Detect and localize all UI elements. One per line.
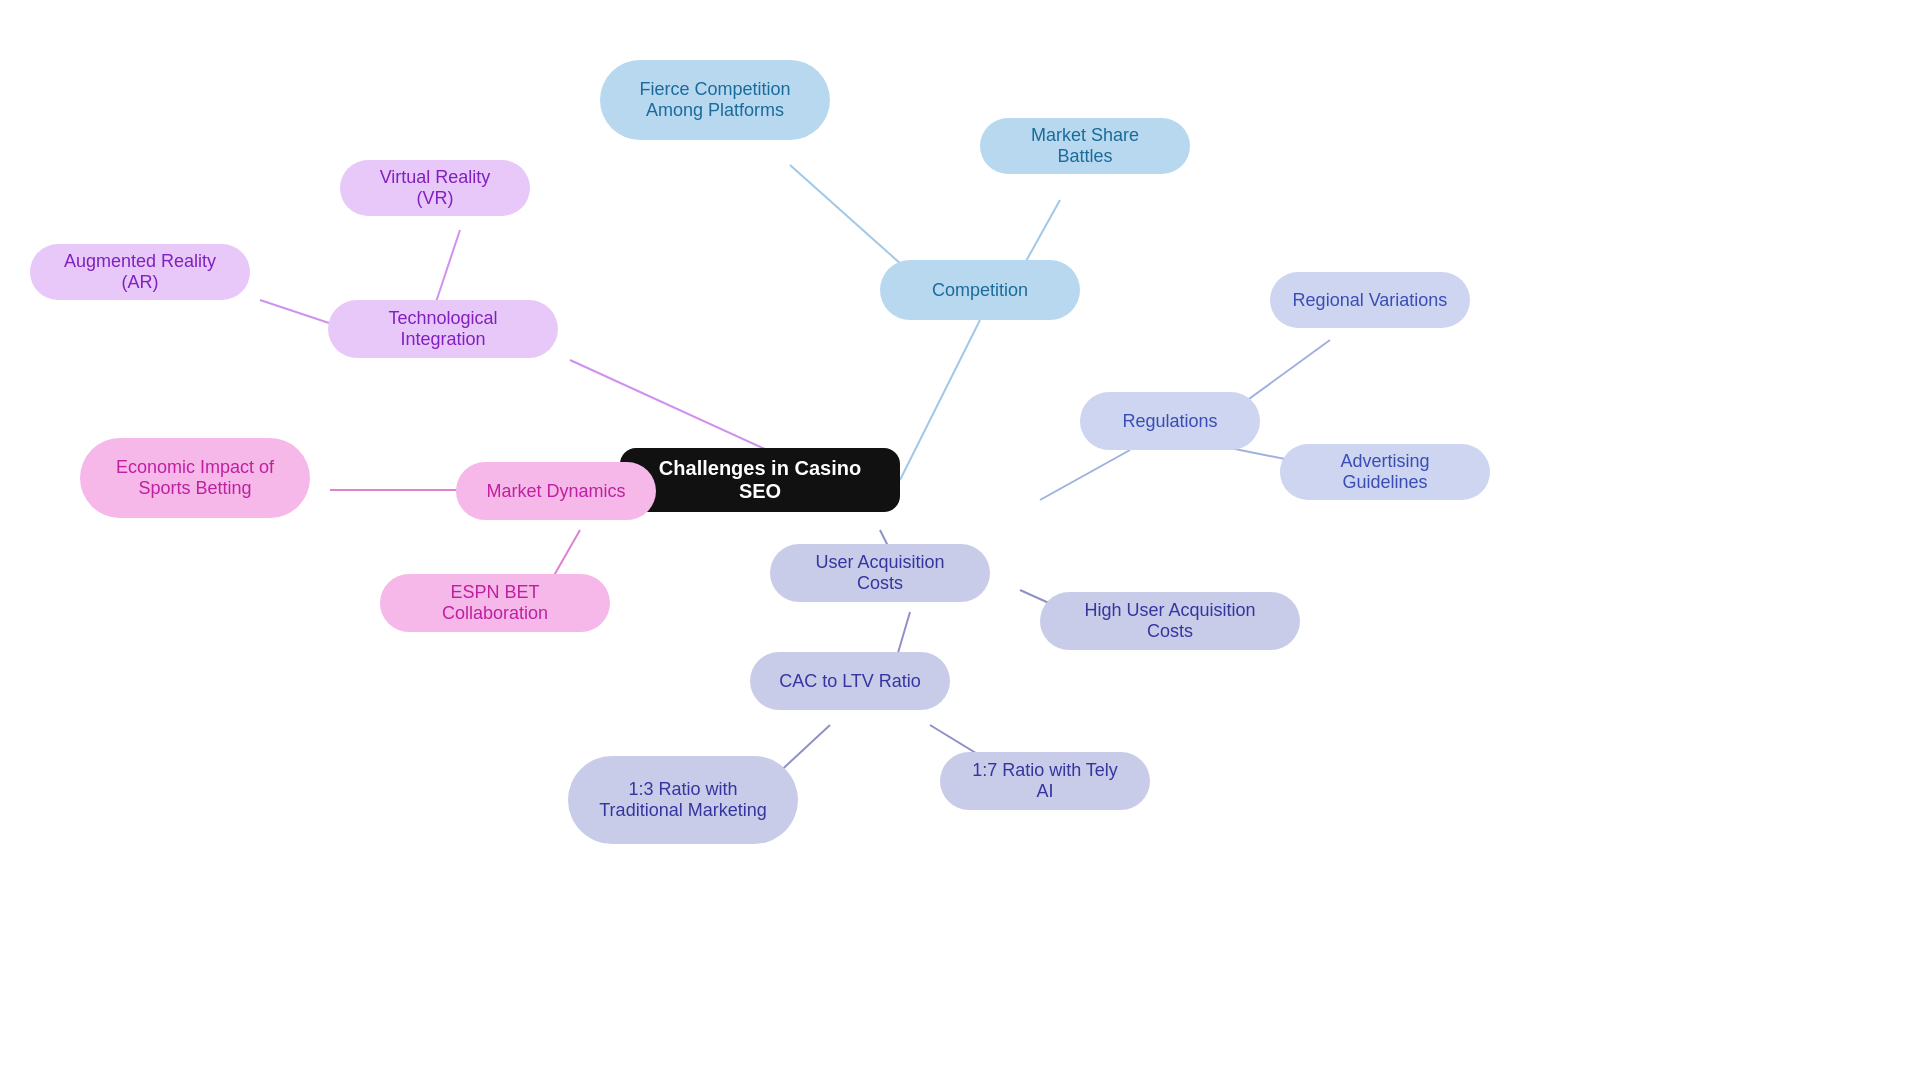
competition-node: Competition	[880, 260, 1080, 320]
ratio-traditional-node: 1:3 Ratio with Traditional Marketing	[568, 756, 798, 844]
market-share-node: Market Share Battles	[980, 118, 1190, 174]
center-node: Challenges in Casino SEO	[620, 448, 900, 512]
vr-node: Virtual Reality (VR)	[340, 160, 530, 216]
espn-bet-node: ESPN BET Collaboration	[380, 574, 610, 632]
regional-variations-node: Regional Variations	[1270, 272, 1470, 328]
svg-line-0	[900, 320, 980, 480]
ar-node: Augmented Reality (AR)	[30, 244, 250, 300]
advertising-guidelines-node: Advertising Guidelines	[1280, 444, 1490, 500]
economic-impact-node: Economic Impact of Sports Betting	[80, 438, 310, 518]
fierce-competition-node: Fierce Competition Among Platforms	[600, 60, 830, 140]
tech-integration-node: Technological Integration	[328, 300, 558, 358]
cac-ltv-node: CAC to LTV Ratio	[750, 652, 950, 710]
high-uac-node: High User Acquisition Costs	[1040, 592, 1300, 650]
user-acquisition-node: User Acquisition Costs	[770, 544, 990, 602]
market-dynamics-node: Market Dynamics	[456, 462, 656, 520]
svg-line-3	[1040, 450, 1130, 500]
ratio-tely-node: 1:7 Ratio with Tely AI	[940, 752, 1150, 810]
regulations-node: Regulations	[1080, 392, 1260, 450]
